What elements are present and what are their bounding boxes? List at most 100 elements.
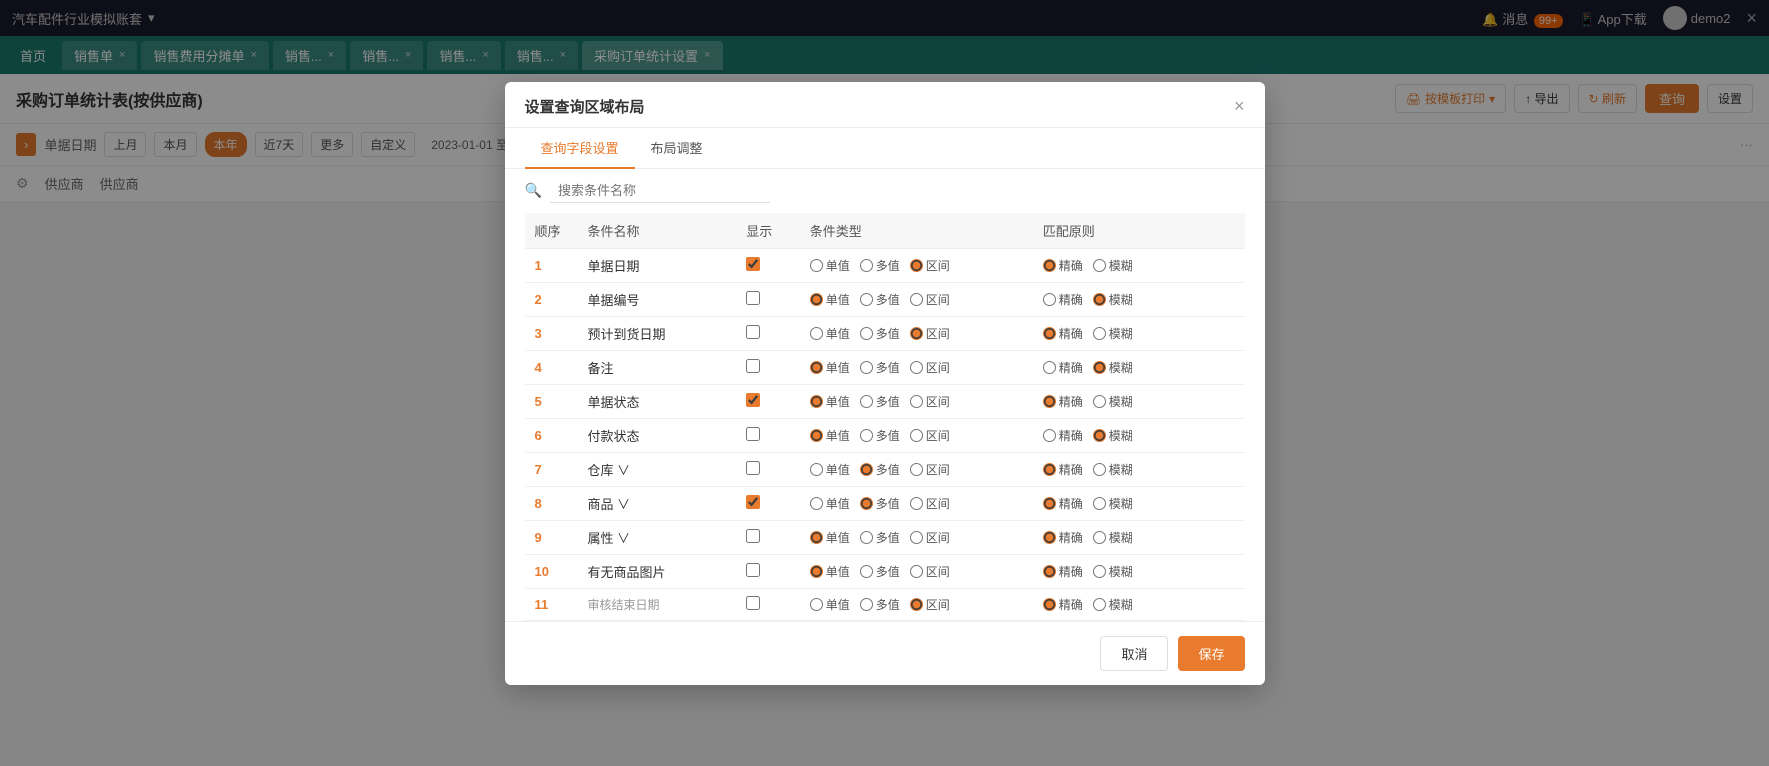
row-type-10[interactable]: 单值多值区间 xyxy=(800,588,1033,620)
row-type-0[interactable]: 单值多值区间 xyxy=(800,248,1033,282)
match-radio-模糊-4[interactable]: 模糊 xyxy=(1093,393,1133,410)
type-radio-区间-0[interactable]: 区间 xyxy=(910,257,950,274)
type-radio-区间-1[interactable]: 区间 xyxy=(910,291,950,308)
row-match-9[interactable]: 精确模糊 xyxy=(1033,554,1245,588)
type-radio-多值-9[interactable]: 多值 xyxy=(860,563,900,580)
match-radio-模糊-1[interactable]: 模糊 xyxy=(1093,291,1133,308)
match-radio-精确-5[interactable]: 精确 xyxy=(1043,427,1083,444)
row-display-6[interactable] xyxy=(736,452,800,486)
type-radio-多值-5[interactable]: 多值 xyxy=(860,427,900,444)
row-display-4[interactable] xyxy=(736,384,800,418)
display-checkbox-10[interactable] xyxy=(746,596,760,610)
row-type-9[interactable]: 单值多值区间 xyxy=(800,554,1033,588)
type-radio-区间-7[interactable]: 区间 xyxy=(910,495,950,512)
row-display-2[interactable] xyxy=(736,316,800,350)
row-match-8[interactable]: 精确模糊 xyxy=(1033,520,1245,554)
type-radio-区间-10[interactable]: 区间 xyxy=(910,596,950,613)
search-input[interactable] xyxy=(550,179,770,203)
type-radio-多值-10[interactable]: 多值 xyxy=(860,596,900,613)
save-button[interactable]: 保存 xyxy=(1178,636,1244,671)
dialog-tab-fields[interactable]: 查询字段设置 xyxy=(525,128,635,169)
type-radio-单值-8[interactable]: 单值 xyxy=(810,529,850,546)
match-radio-模糊-5[interactable]: 模糊 xyxy=(1093,427,1133,444)
display-checkbox-0[interactable] xyxy=(746,257,760,271)
match-radio-模糊-9[interactable]: 模糊 xyxy=(1093,563,1133,580)
display-checkbox-9[interactable] xyxy=(746,563,760,577)
match-radio-精确-0[interactable]: 精确 xyxy=(1043,257,1083,274)
match-radio-精确-2[interactable]: 精确 xyxy=(1043,325,1083,342)
match-radio-模糊-2[interactable]: 模糊 xyxy=(1093,325,1133,342)
match-radio-模糊-6[interactable]: 模糊 xyxy=(1093,461,1133,478)
type-radio-单值-1[interactable]: 单值 xyxy=(810,291,850,308)
type-radio-单值-9[interactable]: 单值 xyxy=(810,563,850,580)
match-radio-模糊-3[interactable]: 模糊 xyxy=(1093,359,1133,376)
row-display-10[interactable] xyxy=(736,588,800,620)
row-display-7[interactable] xyxy=(736,486,800,520)
display-checkbox-7[interactable] xyxy=(746,495,760,509)
match-radio-模糊-0[interactable]: 模糊 xyxy=(1093,257,1133,274)
row-match-10[interactable]: 精确模糊 xyxy=(1033,588,1245,620)
row-type-5[interactable]: 单值多值区间 xyxy=(800,418,1033,452)
type-radio-单值-0[interactable]: 单值 xyxy=(810,257,850,274)
row-display-9[interactable] xyxy=(736,554,800,588)
row-type-4[interactable]: 单值多值区间 xyxy=(800,384,1033,418)
type-radio-多值-0[interactable]: 多值 xyxy=(860,257,900,274)
row-match-5[interactable]: 精确模糊 xyxy=(1033,418,1245,452)
row-display-0[interactable] xyxy=(736,248,800,282)
display-checkbox-3[interactable] xyxy=(746,359,760,373)
type-radio-区间-3[interactable]: 区间 xyxy=(910,359,950,376)
type-radio-单值-4[interactable]: 单值 xyxy=(810,393,850,410)
display-checkbox-8[interactable] xyxy=(746,529,760,543)
type-radio-单值-5[interactable]: 单值 xyxy=(810,427,850,444)
type-radio-多值-4[interactable]: 多值 xyxy=(860,393,900,410)
match-radio-精确-1[interactable]: 精确 xyxy=(1043,291,1083,308)
type-radio-单值-7[interactable]: 单值 xyxy=(810,495,850,512)
type-radio-区间-5[interactable]: 区间 xyxy=(910,427,950,444)
match-radio-精确-7[interactable]: 精确 xyxy=(1043,495,1083,512)
dialog-close-button[interactable]: × xyxy=(1234,96,1245,117)
type-radio-单值-6[interactable]: 单值 xyxy=(810,461,850,478)
match-radio-模糊-10[interactable]: 模糊 xyxy=(1093,596,1133,613)
match-radio-精确-6[interactable]: 精确 xyxy=(1043,461,1083,478)
type-radio-区间-9[interactable]: 区间 xyxy=(910,563,950,580)
type-radio-多值-7[interactable]: 多值 xyxy=(860,495,900,512)
match-radio-精确-4[interactable]: 精确 xyxy=(1043,393,1083,410)
display-checkbox-2[interactable] xyxy=(746,325,760,339)
type-radio-多值-1[interactable]: 多值 xyxy=(860,291,900,308)
match-radio-模糊-8[interactable]: 模糊 xyxy=(1093,529,1133,546)
type-radio-多值-6[interactable]: 多值 xyxy=(860,461,900,478)
match-radio-精确-8[interactable]: 精确 xyxy=(1043,529,1083,546)
row-match-3[interactable]: 精确模糊 xyxy=(1033,350,1245,384)
type-radio-区间-6[interactable]: 区间 xyxy=(910,461,950,478)
match-radio-精确-9[interactable]: 精确 xyxy=(1043,563,1083,580)
row-display-5[interactable] xyxy=(736,418,800,452)
row-display-3[interactable] xyxy=(736,350,800,384)
row-type-3[interactable]: 单值多值区间 xyxy=(800,350,1033,384)
match-radio-精确-3[interactable]: 精确 xyxy=(1043,359,1083,376)
match-radio-模糊-7[interactable]: 模糊 xyxy=(1093,495,1133,512)
dialog-tab-layout[interactable]: 布局调整 xyxy=(635,128,719,169)
type-radio-区间-8[interactable]: 区间 xyxy=(910,529,950,546)
type-radio-单值-3[interactable]: 单值 xyxy=(810,359,850,376)
type-radio-多值-8[interactable]: 多值 xyxy=(860,529,900,546)
display-checkbox-4[interactable] xyxy=(746,393,760,407)
display-checkbox-5[interactable] xyxy=(746,427,760,441)
match-radio-精确-10[interactable]: 精确 xyxy=(1043,596,1083,613)
type-radio-多值-3[interactable]: 多值 xyxy=(860,359,900,376)
type-radio-单值-2[interactable]: 单值 xyxy=(810,325,850,342)
row-type-2[interactable]: 单值多值区间 xyxy=(800,316,1033,350)
row-type-6[interactable]: 单值多值区间 xyxy=(800,452,1033,486)
type-radio-单值-10[interactable]: 单值 xyxy=(810,596,850,613)
display-checkbox-6[interactable] xyxy=(746,461,760,475)
display-checkbox-1[interactable] xyxy=(746,291,760,305)
row-display-1[interactable] xyxy=(736,282,800,316)
row-display-8[interactable] xyxy=(736,520,800,554)
row-match-4[interactable]: 精确模糊 xyxy=(1033,384,1245,418)
cancel-button[interactable]: 取消 xyxy=(1100,636,1168,671)
type-radio-区间-2[interactable]: 区间 xyxy=(910,325,950,342)
row-match-1[interactable]: 精确模糊 xyxy=(1033,282,1245,316)
row-type-7[interactable]: 单值多值区间 xyxy=(800,486,1033,520)
row-type-8[interactable]: 单值多值区间 xyxy=(800,520,1033,554)
row-match-7[interactable]: 精确模糊 xyxy=(1033,486,1245,520)
type-radio-多值-2[interactable]: 多值 xyxy=(860,325,900,342)
